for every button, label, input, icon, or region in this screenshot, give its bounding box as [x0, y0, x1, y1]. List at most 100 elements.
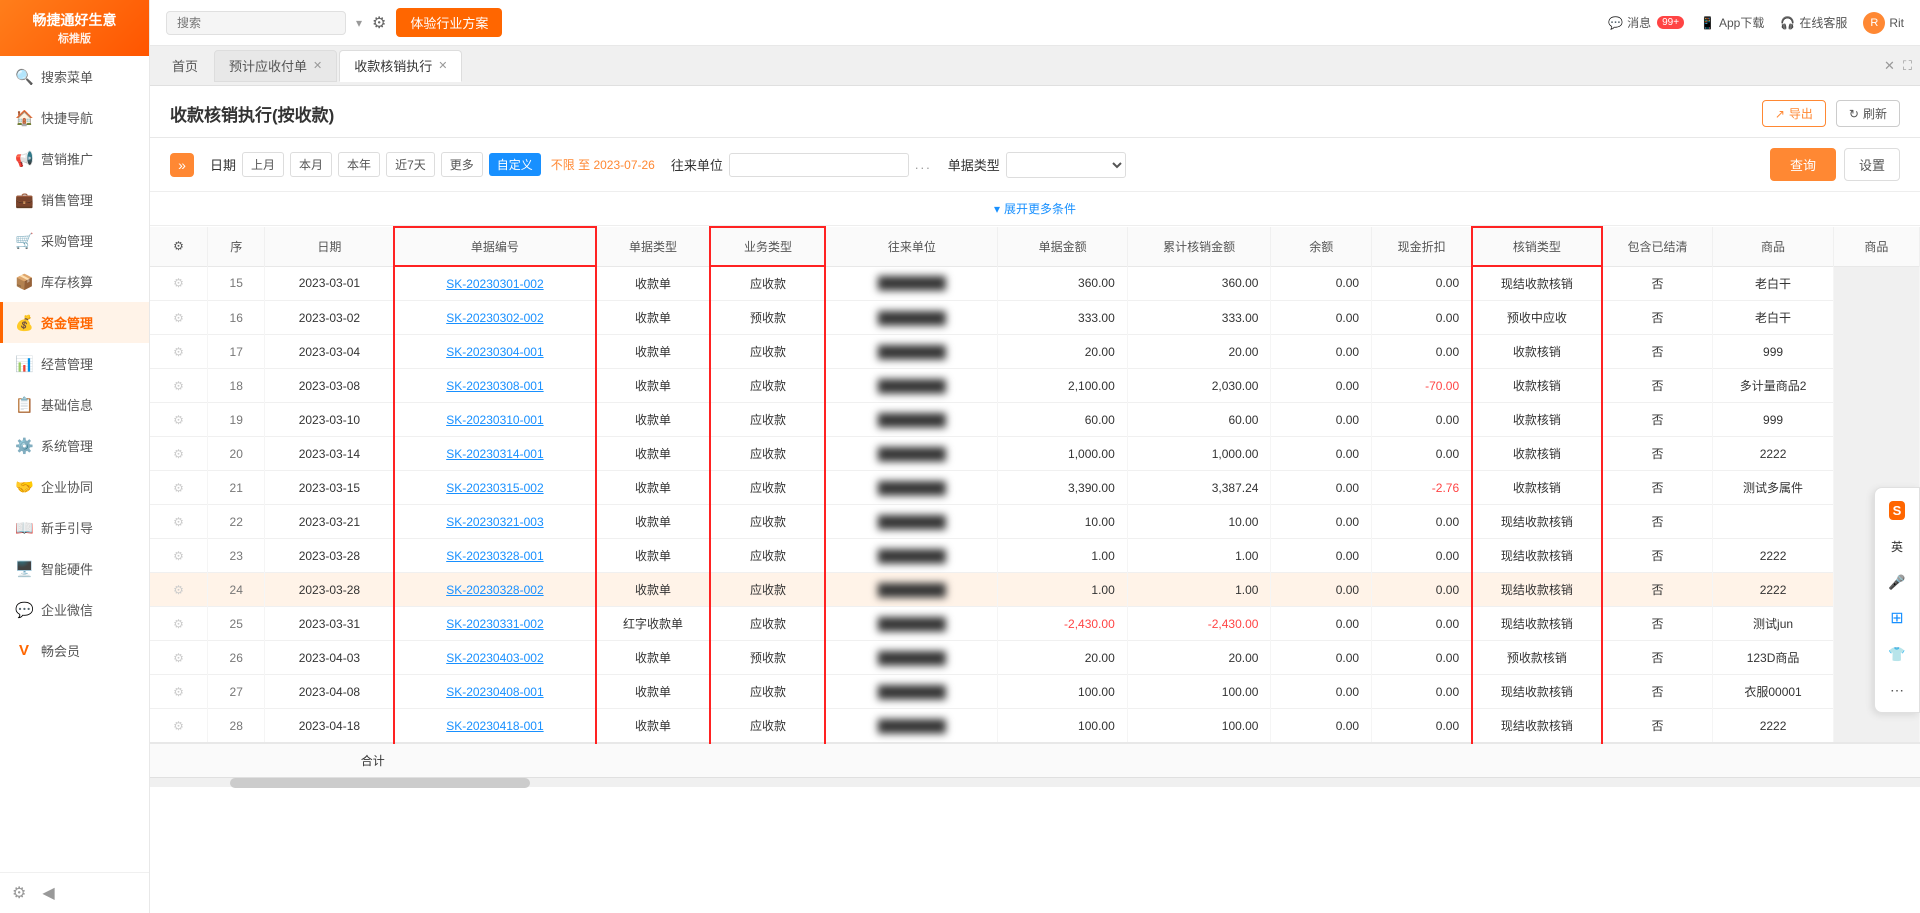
sidebar-collapse-icon[interactable]: ◀	[42, 883, 54, 903]
filter-toggle-btn[interactable]: »	[170, 153, 194, 177]
row-doc-no[interactable]: SK-20230408-001	[394, 675, 595, 709]
sidebar-item-finance[interactable]: 💰 资金管理	[0, 302, 149, 343]
row-discount: 0.00	[1372, 505, 1473, 539]
row-biz-type: 应收款	[710, 675, 825, 709]
col-header-settings[interactable]: ⚙	[150, 227, 207, 266]
row-doc-no[interactable]: SK-20230304-001	[394, 335, 595, 369]
sidebar-item-member[interactable]: V 畅会员	[0, 630, 149, 671]
row-doc-no[interactable]: SK-20230328-001	[394, 539, 595, 573]
date-custom-btn[interactable]: 自定义	[489, 153, 541, 176]
row-partner: ████████	[825, 505, 997, 539]
row-date: 2023-03-08	[265, 369, 394, 403]
tab-collection[interactable]: 收款核销执行 ✕	[339, 50, 462, 82]
row-settings[interactable]: ⚙	[150, 471, 207, 505]
sidebar-item-label: 系统管理	[41, 436, 93, 455]
row-settings[interactable]: ⚙	[150, 607, 207, 641]
doctype-filter-select[interactable]	[1006, 152, 1126, 178]
float-shirt-btn[interactable]: 👕	[1881, 640, 1913, 668]
table-scrollbar[interactable]	[150, 777, 1920, 787]
sidebar-item-marketing[interactable]: 📢 营销推广	[0, 138, 149, 179]
row-cancel-type: 现结收款核销	[1472, 539, 1601, 573]
topbar-app-download[interactable]: 📱 App下载	[1700, 14, 1764, 31]
row-settings[interactable]: ⚙	[150, 709, 207, 744]
row-doc-no[interactable]: SK-20230331-002	[394, 607, 595, 641]
tab-collection-close-icon[interactable]: ✕	[438, 59, 447, 72]
table-scrollbar-thumb[interactable]	[230, 778, 530, 788]
date-7days-btn[interactable]: 近7天	[386, 152, 435, 177]
sidebar-item-inventory[interactable]: 📦 库存核算	[0, 261, 149, 302]
row-settings[interactable]: ⚙	[150, 573, 207, 607]
float-english-btn[interactable]: 英	[1881, 532, 1913, 560]
topbar-user[interactable]: R Rit	[1863, 12, 1904, 34]
float-mic-btn[interactable]: 🎤	[1881, 568, 1913, 596]
row-settings[interactable]: ⚙	[150, 675, 207, 709]
float-s-btn[interactable]: S	[1881, 496, 1913, 524]
row-settings[interactable]: ⚙	[150, 369, 207, 403]
row-cancel-amount: 333.00	[1127, 301, 1271, 335]
sidebar-item-system[interactable]: ⚙️ 系统管理	[0, 425, 149, 466]
partner-dots[interactable]: ...	[915, 157, 932, 172]
row-doc-no[interactable]: SK-20230308-001	[394, 369, 595, 403]
sidebar-item-quicknav[interactable]: 🏠 快捷导航	[0, 97, 149, 138]
row-doc-no[interactable]: SK-20230403-002	[394, 641, 595, 675]
row-doc-no[interactable]: SK-20230418-001	[394, 709, 595, 744]
row-no: 25	[207, 607, 264, 641]
row-settings[interactable]: ⚙	[150, 335, 207, 369]
row-doc-no[interactable]: SK-20230310-001	[394, 403, 595, 437]
float-grid-btn[interactable]: ⊞	[1881, 604, 1913, 632]
home-tab-label: 首页	[172, 56, 198, 75]
partner-filter-input[interactable]	[729, 153, 909, 177]
row-doc-no[interactable]: SK-20230315-002	[394, 471, 595, 505]
tab-maximize-icon[interactable]: ⛶	[1903, 58, 1912, 74]
row-doc-no[interactable]: SK-20230301-002	[394, 266, 595, 301]
row-goods: 999	[1713, 335, 1833, 369]
sidebar-item-corp[interactable]: 🤝 企业协同	[0, 466, 149, 507]
export-button[interactable]: ↗ 导出	[1762, 100, 1826, 127]
table-settings-icon[interactable]: ⚙	[173, 239, 184, 253]
sidebar-settings-icon[interactable]: ⚙	[12, 883, 26, 903]
tab-preorder[interactable]: 预计应收付单 ✕	[214, 50, 337, 82]
row-settings[interactable]: ⚙	[150, 266, 207, 301]
row-settings[interactable]: ⚙	[150, 437, 207, 471]
row-settings[interactable]: ⚙	[150, 539, 207, 573]
date-this-month-btn[interactable]: 本月	[290, 152, 332, 177]
industry-btn[interactable]: 体验行业方案	[396, 8, 502, 37]
filter-settings-button[interactable]: 设置	[1844, 148, 1900, 181]
row-doc-no[interactable]: SK-20230328-002	[394, 573, 595, 607]
row-settings[interactable]: ⚙	[150, 641, 207, 675]
sidebar-item-search[interactable]: 🔍 搜索菜单	[0, 56, 149, 97]
date-last-month-btn[interactable]: 上月	[242, 152, 284, 177]
tab-home[interactable]: 首页	[158, 50, 212, 82]
dropdown-arrow-icon[interactable]: ▾	[356, 16, 362, 30]
row-include: 否	[1602, 471, 1713, 505]
expand-more-btn[interactable]: ▾ 展开更多条件	[150, 194, 1920, 219]
tab-close-all-icon[interactable]: ✕	[1884, 58, 1895, 74]
cart-icon: 🛒	[15, 232, 33, 250]
sidebar-item-operations[interactable]: 📊 经营管理	[0, 343, 149, 384]
row-doc-no[interactable]: SK-20230321-003	[394, 505, 595, 539]
topbar-online-service[interactable]: 🎧 在线客服	[1780, 14, 1847, 31]
sidebar-item-guide[interactable]: 📖 新手引导	[0, 507, 149, 548]
refresh-button[interactable]: ↻ 刷新	[1836, 100, 1900, 127]
topbar-search-input[interactable]	[166, 11, 346, 35]
date-more-btn[interactable]: 更多	[441, 152, 483, 177]
date-this-year-btn[interactable]: 本年	[338, 152, 380, 177]
row-doc-no[interactable]: SK-20230314-001	[394, 437, 595, 471]
filter-expand-area: ▾ 展开更多条件	[150, 192, 1920, 226]
row-doc-no[interactable]: SK-20230302-002	[394, 301, 595, 335]
sidebar-item-hardware[interactable]: 🖥️ 智能硬件	[0, 548, 149, 589]
tab-preorder-close-icon[interactable]: ✕	[313, 59, 322, 72]
query-button[interactable]: 查询	[1770, 148, 1836, 181]
table-row: ⚙ 18 2023-03-08 SK-20230308-001 收款单 应收款 …	[150, 369, 1920, 403]
megaphone-icon: 📢	[15, 150, 33, 168]
sidebar-item-wechat[interactable]: 💬 企业微信	[0, 589, 149, 630]
sidebar-item-purchase[interactable]: 🛒 采购管理	[0, 220, 149, 261]
float-more-btn[interactable]: ⋯	[1881, 676, 1913, 704]
sidebar-item-sales[interactable]: 💼 销售管理	[0, 179, 149, 220]
topbar-gear-icon[interactable]: ⚙	[372, 13, 386, 33]
row-settings[interactable]: ⚙	[150, 403, 207, 437]
sidebar-item-basic[interactable]: 📋 基础信息	[0, 384, 149, 425]
topbar-messages[interactable]: 💬 消息 99+	[1608, 14, 1684, 31]
row-settings[interactable]: ⚙	[150, 301, 207, 335]
row-settings[interactable]: ⚙	[150, 505, 207, 539]
